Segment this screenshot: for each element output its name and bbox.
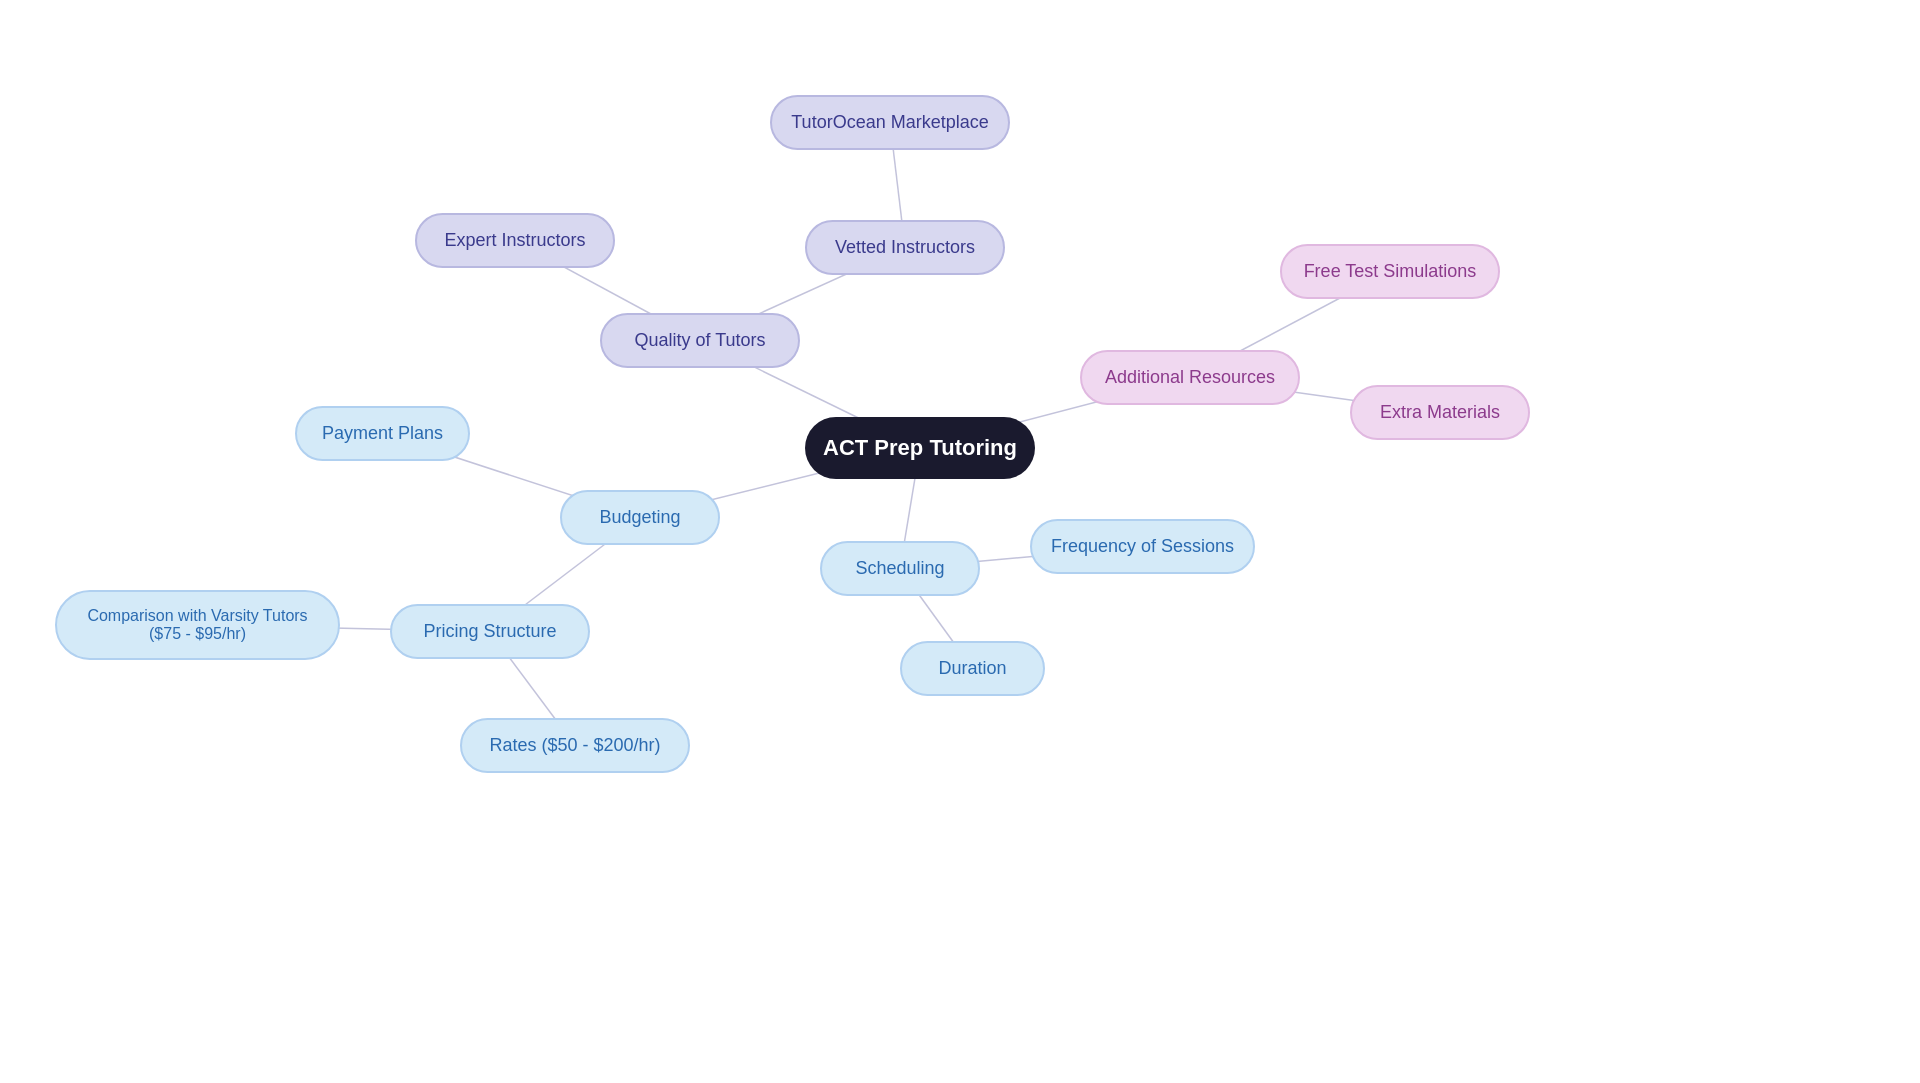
duration-node[interactable]: Duration [900,641,1045,696]
vetted-instructors-node[interactable]: Vetted Instructors [805,220,1005,275]
tutorocean-marketplace-node[interactable]: TutorOcean Marketplace [770,95,1010,150]
frequency-of-sessions-node[interactable]: Frequency of Sessions [1030,519,1255,574]
scheduling-node[interactable]: Scheduling [820,541,980,596]
comparison-varsity-node[interactable]: Comparison with Varsity Tutors($75 - $95… [55,590,340,660]
extra-materials-node[interactable]: Extra Materials [1350,385,1530,440]
additional-resources-node[interactable]: Additional Resources [1080,350,1300,405]
payment-plans-node[interactable]: Payment Plans [295,406,470,461]
quality-of-tutors-node[interactable]: Quality of Tutors [600,313,800,368]
rates-node[interactable]: Rates ($50 - $200/hr) [460,718,690,773]
expert-instructors-node[interactable]: Expert Instructors [415,213,615,268]
budgeting-node[interactable]: Budgeting [560,490,720,545]
pricing-structure-node[interactable]: Pricing Structure [390,604,590,659]
free-test-simulations-node[interactable]: Free Test Simulations [1280,244,1500,299]
center-node[interactable]: ACT Prep Tutoring [805,417,1035,479]
